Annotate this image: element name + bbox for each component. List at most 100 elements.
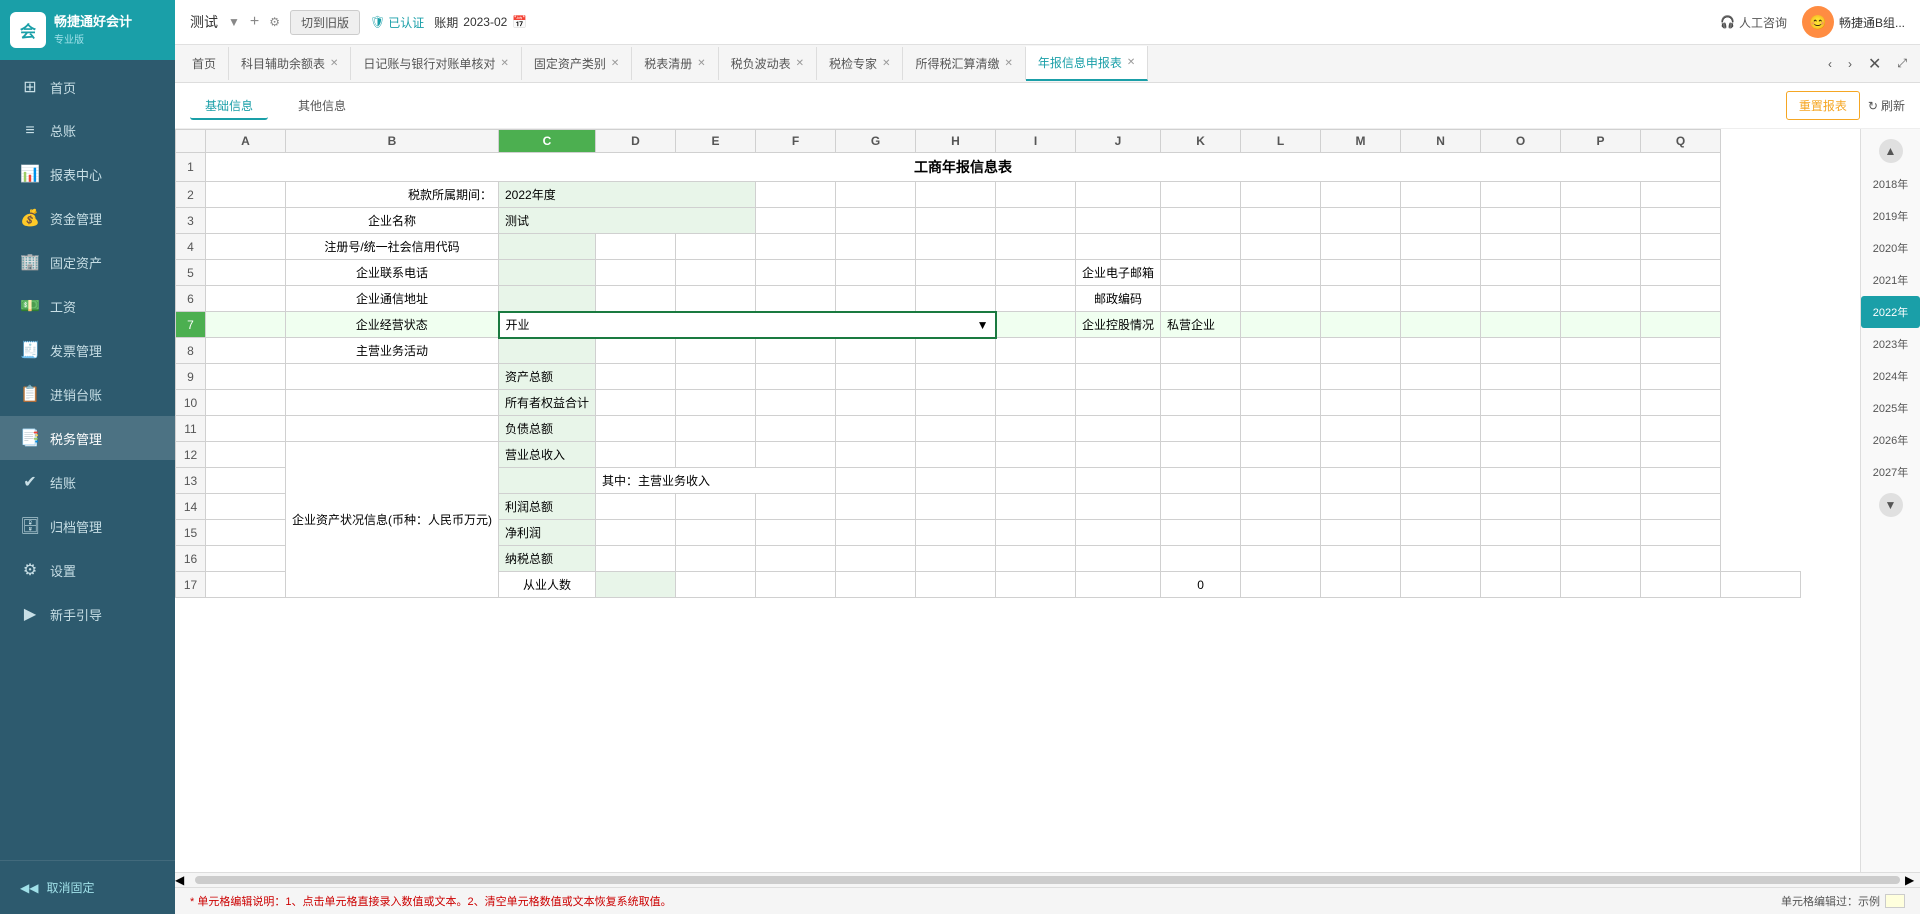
tab-close-7[interactable]: ✕: [1004, 58, 1012, 69]
cell-17L: [1321, 572, 1401, 598]
tab-close-5[interactable]: ✕: [796, 58, 804, 69]
cell-13Q: [1641, 468, 1721, 494]
tab-item-5[interactable]: 税负波动表✕: [719, 47, 817, 80]
year-item-2025年[interactable]: 2025年: [1861, 392, 1920, 424]
tab-close-3[interactable]: ✕: [611, 58, 619, 69]
tab-item-6[interactable]: 税检专家✕: [817, 47, 903, 80]
cell-9D[interactable]: [596, 364, 676, 390]
sidebar-item-工资[interactable]: 💵 工资: [0, 284, 175, 328]
title-cell[interactable]: 工商年报信息表: [206, 153, 1721, 182]
cell-4B: 注册号/统一社会信用代码: [286, 234, 499, 260]
tab-close-1[interactable]: ✕: [330, 58, 338, 69]
cell-15D[interactable]: [596, 520, 676, 546]
h-scrollbar[interactable]: ◀ ▶: [175, 872, 1920, 887]
cell-17C[interactable]: [596, 572, 676, 598]
tab-close-4[interactable]: ✕: [697, 58, 705, 69]
cell-4C[interactable]: [499, 234, 596, 260]
tab-close-8[interactable]: ✕: [1127, 57, 1135, 68]
year-down-btn[interactable]: ▼: [1879, 493, 1903, 517]
year-item-2021年[interactable]: 2021年: [1861, 264, 1920, 296]
year-item-2027年[interactable]: 2027年: [1861, 456, 1920, 488]
reset-report-button[interactable]: 重置报表: [1786, 91, 1860, 120]
cell-7C[interactable]: 开业 ▼: [499, 312, 996, 338]
topbar-settings-icon[interactable]: ⚙: [269, 15, 280, 29]
tab-item-8[interactable]: 年报信息申报表✕: [1026, 46, 1148, 81]
sidebar-toggle-btn[interactable]: ◀◀ 取消固定: [20, 871, 155, 904]
scroll-right-btn[interactable]: ▶: [1905, 873, 1920, 887]
cell-12O: [1481, 442, 1561, 468]
year-up-btn[interactable]: ▲: [1879, 139, 1903, 163]
cell-3C[interactable]: 测试: [499, 208, 756, 234]
cell-5J: 企业电子邮箱: [1076, 260, 1161, 286]
cell-10D[interactable]: [596, 390, 676, 416]
cell-14D[interactable]: [596, 494, 676, 520]
tab-item-3[interactable]: 固定资产类别✕: [522, 47, 632, 80]
scroll-left-btn[interactable]: ◀: [175, 873, 190, 887]
sidebar-item-税务管理[interactable]: 📑 税务管理: [0, 416, 175, 460]
tab-next-btn[interactable]: ›: [1840, 52, 1860, 76]
cell-6K[interactable]: [1161, 286, 1241, 312]
tab-expand-btn[interactable]: ⤢: [1889, 51, 1915, 76]
refresh-button[interactable]: ↻ 刷新: [1868, 97, 1905, 114]
cell-2C[interactable]: 2022年度: [499, 182, 756, 208]
switch-version-button[interactable]: 切到旧版: [290, 10, 360, 35]
cell-16D[interactable]: [596, 546, 676, 572]
tab-item-7[interactable]: 所得税汇算清缴✕: [903, 47, 1025, 80]
cell-8C[interactable]: [499, 338, 596, 364]
tab-close-all-btn[interactable]: ✕: [1860, 49, 1889, 79]
period-value: 2023-02: [463, 15, 507, 29]
tab-item-0[interactable]: 首页: [180, 47, 229, 80]
cell-13G[interactable]: [836, 468, 916, 494]
tab-close-2[interactable]: ✕: [500, 58, 508, 69]
calendar-icon[interactable]: 📅: [512, 15, 527, 29]
cell-11D[interactable]: [596, 416, 676, 442]
cell-4E: [676, 234, 756, 260]
cell-17J[interactable]: 0: [1161, 572, 1241, 598]
sidebar-icon-5: 💵: [20, 296, 40, 316]
year-item-2019年[interactable]: 2019年: [1861, 200, 1920, 232]
cell-7M: [1321, 312, 1401, 338]
year-item-2024年[interactable]: 2024年: [1861, 360, 1920, 392]
sidebar-item-总账[interactable]: ≡ 总账: [0, 109, 175, 152]
user-menu[interactable]: 😊 畅捷通B组...: [1802, 6, 1905, 38]
year-item-2023年[interactable]: 2023年: [1861, 328, 1920, 360]
topbar-dropdown-arrow[interactable]: ▼: [228, 15, 240, 29]
sidebar-item-进销台账[interactable]: 📋 进销台账: [0, 372, 175, 416]
consult-btn[interactable]: 🎧 人工咨询: [1720, 14, 1787, 31]
tab-prev-btn[interactable]: ‹: [1820, 52, 1840, 76]
tab-item-1[interactable]: 科目辅助余额表✕: [229, 47, 351, 80]
sidebar-item-归档管理[interactable]: 🗄 归档管理: [0, 504, 175, 548]
cell-7K[interactable]: 私营企业: [1161, 312, 1241, 338]
cell-9H: [916, 364, 996, 390]
row-num-1: 1: [176, 153, 206, 182]
year-item-2022年[interactable]: 2022年: [1861, 296, 1920, 328]
table-row: 10 所有者权益合计: [176, 390, 1801, 416]
tab-item-4[interactable]: 税表清册✕: [632, 47, 718, 80]
cell-12M: [1321, 442, 1401, 468]
sidebar-item-发票管理[interactable]: 🧾 发票管理: [0, 328, 175, 372]
cell-5K[interactable]: [1161, 260, 1241, 286]
tab-close-6[interactable]: ✕: [882, 58, 890, 69]
year-item-2026年[interactable]: 2026年: [1861, 424, 1920, 456]
tab-basic[interactable]: 基础信息: [190, 92, 268, 120]
sidebar-item-首页[interactable]: ⊞ 首页: [0, 65, 175, 109]
year-item-2020年[interactable]: 2020年: [1861, 232, 1920, 264]
cell-5C[interactable]: [499, 260, 596, 286]
sidebar-item-结账[interactable]: ✔ 结账: [0, 460, 175, 504]
h-scrollbar-thumb[interactable]: [195, 876, 1900, 884]
sidebar-item-固定资产[interactable]: 🏢 固定资产: [0, 240, 175, 284]
cell-12D[interactable]: [596, 442, 676, 468]
sidebar-item-资金管理[interactable]: 💰 资金管理: [0, 196, 175, 240]
tab-item-2[interactable]: 日记账与银行对账单核对✕: [351, 47, 521, 80]
dropdown-arrow-icon[interactable]: ▼: [977, 318, 989, 332]
sidebar-item-新手引导[interactable]: ▶ 新手引导: [0, 592, 175, 636]
row-num-10: 10: [176, 390, 206, 416]
topbar-add-btn[interactable]: +: [250, 13, 259, 31]
tab-other[interactable]: 其他信息: [283, 92, 361, 120]
sidebar-item-设置[interactable]: ⚙ 设置: [0, 548, 175, 592]
year-item-2018年[interactable]: 2018年: [1861, 168, 1920, 200]
cell-11N: [1401, 416, 1481, 442]
cell-6C[interactable]: [499, 286, 596, 312]
sidebar-item-报表中心[interactable]: 📊 报表中心: [0, 152, 175, 196]
sidebar-label-10: 归档管理: [50, 517, 102, 536]
